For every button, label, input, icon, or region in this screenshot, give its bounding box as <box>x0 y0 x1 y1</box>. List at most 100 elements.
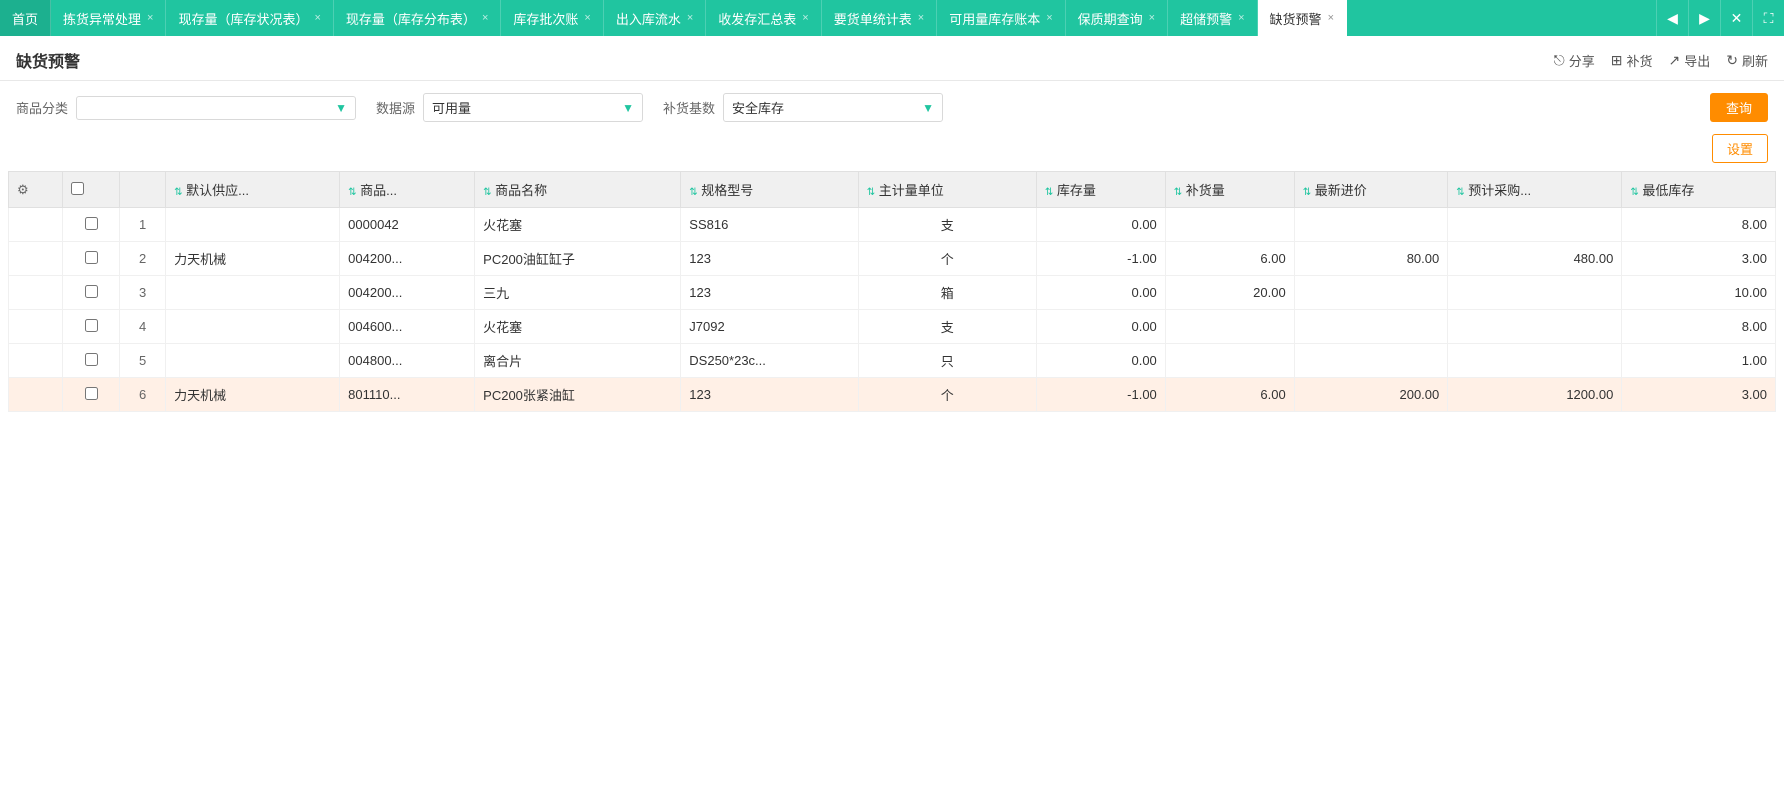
col-header-replenish_qty[interactable]: ⇅ 补货量 <box>1165 172 1294 208</box>
nav-tab-shortage[interactable]: 缺货预警× <box>1258 0 1347 36</box>
replenish-button[interactable]: ⊞ 补货 <box>1611 51 1653 70</box>
table-row[interactable]: 4004600...火花塞J7092支0.008.00 <box>9 310 1776 344</box>
replenish-icon: ⊞ <box>1611 52 1623 69</box>
nav-tab-available-ledger[interactable]: 可用量库存账本 × <box>937 0 1065 36</box>
col-header-est_purchase[interactable]: ⇅ 预计采购... <box>1448 172 1622 208</box>
row-checkbox-cell[interactable] <box>63 344 120 378</box>
cell-replenish-qty <box>1165 310 1294 344</box>
cell-stock-qty: -1.00 <box>1036 242 1165 276</box>
share-button[interactable]: ⎋ 分享 <box>1554 51 1595 70</box>
nav-fullscreen-button[interactable]: ⛶ <box>1752 0 1784 36</box>
cell-replenish-qty <box>1165 344 1294 378</box>
replenish-base-arrow-icon: ▼ <box>922 101 934 115</box>
gear-settings-icon[interactable]: ⚙ <box>17 182 29 197</box>
table-body: 10000042火花塞SS816支0.008.002力天机械004200...P… <box>9 208 1776 412</box>
page-header: 缺货预警 ⎋ 分享 ⊞ 补货 ↗ 导出 ↻ 刷新 <box>0 36 1784 81</box>
nav-tab-exception[interactable]: 拣货异常处理× <box>51 0 166 36</box>
cell-unit: 支 <box>858 310 1036 344</box>
select-all-checkbox[interactable] <box>71 182 84 195</box>
filter-bar: 商品分类 ▼ 数据源 可用量 ▼ 补货基数 安全库存 ▼ 查询 <box>0 81 1784 134</box>
col-header-num <box>120 172 166 208</box>
nav-tab-expiry-query[interactable]: 保质期查询 × <box>1066 0 1168 36</box>
nav-tab-inventory-dist[interactable]: 现存量（库存分布表）× <box>334 0 501 36</box>
nav-tab-overstock[interactable]: 超储预警× <box>1168 0 1257 36</box>
nav-tab-label: 现存量（库存状况表） <box>178 9 308 28</box>
nav-tab-close-icon[interactable]: × <box>1238 12 1244 24</box>
replenish-base-label: 补货基数 <box>663 98 715 117</box>
cell-unit: 支 <box>858 208 1036 242</box>
commodity-class-select[interactable]: ▼ <box>76 96 356 120</box>
commodity-class-arrow-icon: ▼ <box>335 101 347 115</box>
replenish-base-select[interactable]: 安全库存 ▼ <box>723 93 943 122</box>
nav-tab-label: 保质期查询 <box>1078 9 1143 28</box>
table-row[interactable]: 2力天机械004200...PC200油缸缸子123个-1.006.0080.0… <box>9 242 1776 276</box>
row-checkbox-cell[interactable] <box>63 242 120 276</box>
nav-tab-close-icon[interactable]: × <box>1328 12 1334 24</box>
refresh-button[interactable]: ↻ 刷新 <box>1726 51 1768 70</box>
row-checkbox[interactable] <box>85 353 98 366</box>
data-source-select[interactable]: 可用量 ▼ <box>423 93 643 122</box>
nav-tab-close-icon[interactable]: × <box>1149 12 1155 24</box>
settings-button[interactable]: 设置 <box>1712 134 1768 163</box>
nav-next-button[interactable]: ▶ <box>1688 0 1720 36</box>
col-header-unit[interactable]: ⇅ 主计量单位 <box>858 172 1036 208</box>
col-header-default_supplier[interactable]: ⇅ 默认供应... <box>166 172 340 208</box>
nav-tab-close-icon[interactable]: × <box>147 12 153 24</box>
row-number: 1 <box>120 208 166 242</box>
cell-stock-qty: 0.00 <box>1036 310 1165 344</box>
col-header-stock_qty[interactable]: ⇅ 库存量 <box>1036 172 1165 208</box>
row-checkbox[interactable] <box>85 285 98 298</box>
nav-tab-close-icon[interactable]: × <box>918 12 924 24</box>
cell-spec: 123 <box>681 242 858 276</box>
cell-min-stock: 8.00 <box>1622 310 1776 344</box>
row-checkbox-cell[interactable] <box>63 276 120 310</box>
row-checkbox-cell[interactable] <box>63 378 120 412</box>
nav-tab-close-icon[interactable]: × <box>802 12 808 24</box>
cell-commodity-name: 三九 <box>475 276 681 310</box>
nav-tab-inventory-status[interactable]: 现存量（库存状况表） × <box>166 0 333 36</box>
col-header-latest_price[interactable]: ⇅ 最新进价 <box>1294 172 1448 208</box>
table-row[interactable]: 6力天机械801110...PC200张紧油缸123个-1.006.00200.… <box>9 378 1776 412</box>
sort-icon: ⇅ <box>1045 187 1053 198</box>
nav-tab-close-icon[interactable]: × <box>584 12 590 24</box>
col-header-min_stock[interactable]: ⇅ 最低库存 <box>1622 172 1776 208</box>
nav-tab-inout-flow[interactable]: 出入库流水 × <box>604 0 706 36</box>
row-checkbox[interactable] <box>85 217 98 230</box>
query-button[interactable]: 查询 <box>1710 93 1768 122</box>
cell-replenish-qty <box>1165 208 1294 242</box>
nav-tab-batch-account[interactable]: 库存批次账× <box>501 0 603 36</box>
nav-tab-close-icon[interactable]: × <box>482 12 488 24</box>
row-checkbox-cell[interactable] <box>63 208 120 242</box>
col-header-spec[interactable]: ⇅ 规格型号 <box>681 172 858 208</box>
row-number: 6 <box>120 378 166 412</box>
nav-prev-button[interactable]: ◀ <box>1656 0 1688 36</box>
col-header-commodity_code[interactable]: ⇅ 商品... <box>340 172 475 208</box>
table-row[interactable]: 10000042火花塞SS816支0.008.00 <box>9 208 1776 242</box>
nav-tab-close-icon[interactable]: × <box>314 12 320 24</box>
cell-spec: SS816 <box>681 208 858 242</box>
row-gear-cell <box>9 378 63 412</box>
cell-min-stock: 8.00 <box>1622 208 1776 242</box>
row-checkbox[interactable] <box>85 319 98 332</box>
row-checkbox[interactable] <box>85 387 98 400</box>
col-header-commodity_name[interactable]: ⇅ 商品名称 <box>475 172 681 208</box>
cell-min-stock: 3.00 <box>1622 378 1776 412</box>
nav-tab-close-icon[interactable]: × <box>687 12 693 24</box>
nav-close-button[interactable]: ✕ <box>1720 0 1752 36</box>
nav-tab-label: 可用量库存账本 <box>949 9 1040 28</box>
row-checkbox-cell[interactable] <box>63 310 120 344</box>
export-button[interactable]: ↗ 导出 <box>1669 51 1711 70</box>
nav-tab-close-icon[interactable]: × <box>1046 12 1052 24</box>
cell-commodity-code: 004600... <box>340 310 475 344</box>
row-checkbox[interactable] <box>85 251 98 264</box>
nav-tab-receive-summary[interactable]: 收发存汇总表× <box>706 0 821 36</box>
sort-icon: ⇅ <box>1174 187 1182 198</box>
nav-tab-label: 出入库流水 <box>616 9 681 28</box>
table-row[interactable]: 5004800...离合片DS250*23c...只0.001.00 <box>9 344 1776 378</box>
sort-icon: ⇅ <box>174 187 182 198</box>
data-source-arrow-icon: ▼ <box>622 101 634 115</box>
nav-tab-demand-stat[interactable]: 要货单统计表× <box>822 0 937 36</box>
table-row[interactable]: 3004200...三九123箱0.0020.0010.00 <box>9 276 1776 310</box>
cell-replenish-qty: 6.00 <box>1165 378 1294 412</box>
nav-tab-home[interactable]: 首页 <box>0 0 51 36</box>
